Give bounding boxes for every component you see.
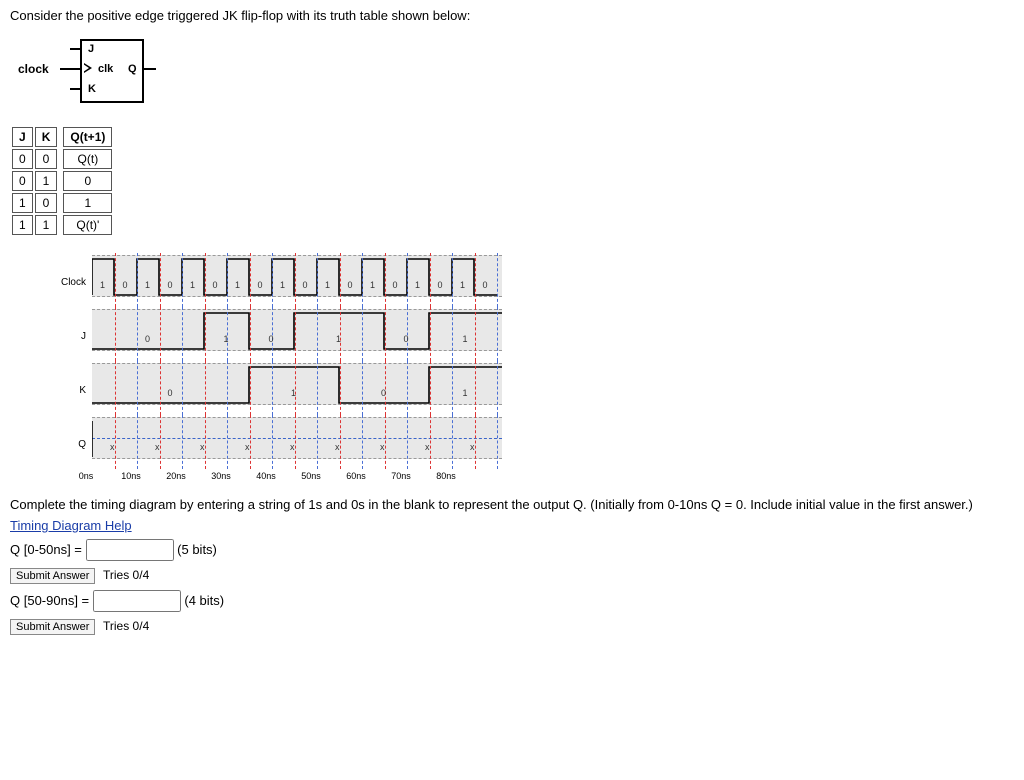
j-pin: J <box>88 43 94 55</box>
k-row: 0101 <box>92 363 502 405</box>
q1-label: Q [0-50ns] = <box>10 542 82 557</box>
row-label-q: Q <box>50 439 92 450</box>
th-k: K <box>35 127 58 147</box>
q2-label: Q [50-90ns] = <box>10 593 89 608</box>
timing-diagram: Clock 101010101010101010 J 010101 K 0101 <box>50 255 1014 487</box>
q1-bits: (5 bits) <box>177 542 217 557</box>
k-pin: K <box>88 83 96 95</box>
help-link[interactable]: Timing Diagram Help <box>10 518 132 533</box>
th-q: Q(t+1) <box>63 127 112 147</box>
submit-button-2[interactable]: Submit Answer <box>10 619 95 635</box>
clock-row: 101010101010101010 <box>92 255 502 297</box>
th-j: J <box>12 127 33 147</box>
q-pin: Q <box>128 63 137 75</box>
row-label-k: K <box>50 385 92 396</box>
row-label-j: J <box>50 331 92 342</box>
q2-bits: (4 bits) <box>184 593 224 608</box>
row-label-clock: Clock <box>50 277 92 288</box>
q1-input[interactable] <box>86 539 174 561</box>
tries-2: Tries 0/4 <box>103 619 149 633</box>
q2-input[interactable] <box>93 590 181 612</box>
intro-text: Consider the positive edge triggered JK … <box>10 8 1014 23</box>
clk-pin: clk <box>98 63 113 75</box>
q-row: xxxxxxxxx <box>92 417 502 459</box>
j-row: 010101 <box>92 309 502 351</box>
jk-block-diagram: clock J K clk Q <box>10 37 170 107</box>
submit-button-1[interactable]: Submit Answer <box>10 568 95 584</box>
truth-table: J K Q(t+1) 00Q(t) 010 101 11Q(t)' <box>10 125 114 237</box>
tries-1: Tries 0/4 <box>103 568 149 582</box>
clock-label: clock <box>18 62 49 76</box>
instruction-text: Complete the timing diagram by entering … <box>10 497 1014 512</box>
time-axis: 0ns10ns20ns30ns40ns50ns60ns70ns80ns <box>86 471 496 487</box>
